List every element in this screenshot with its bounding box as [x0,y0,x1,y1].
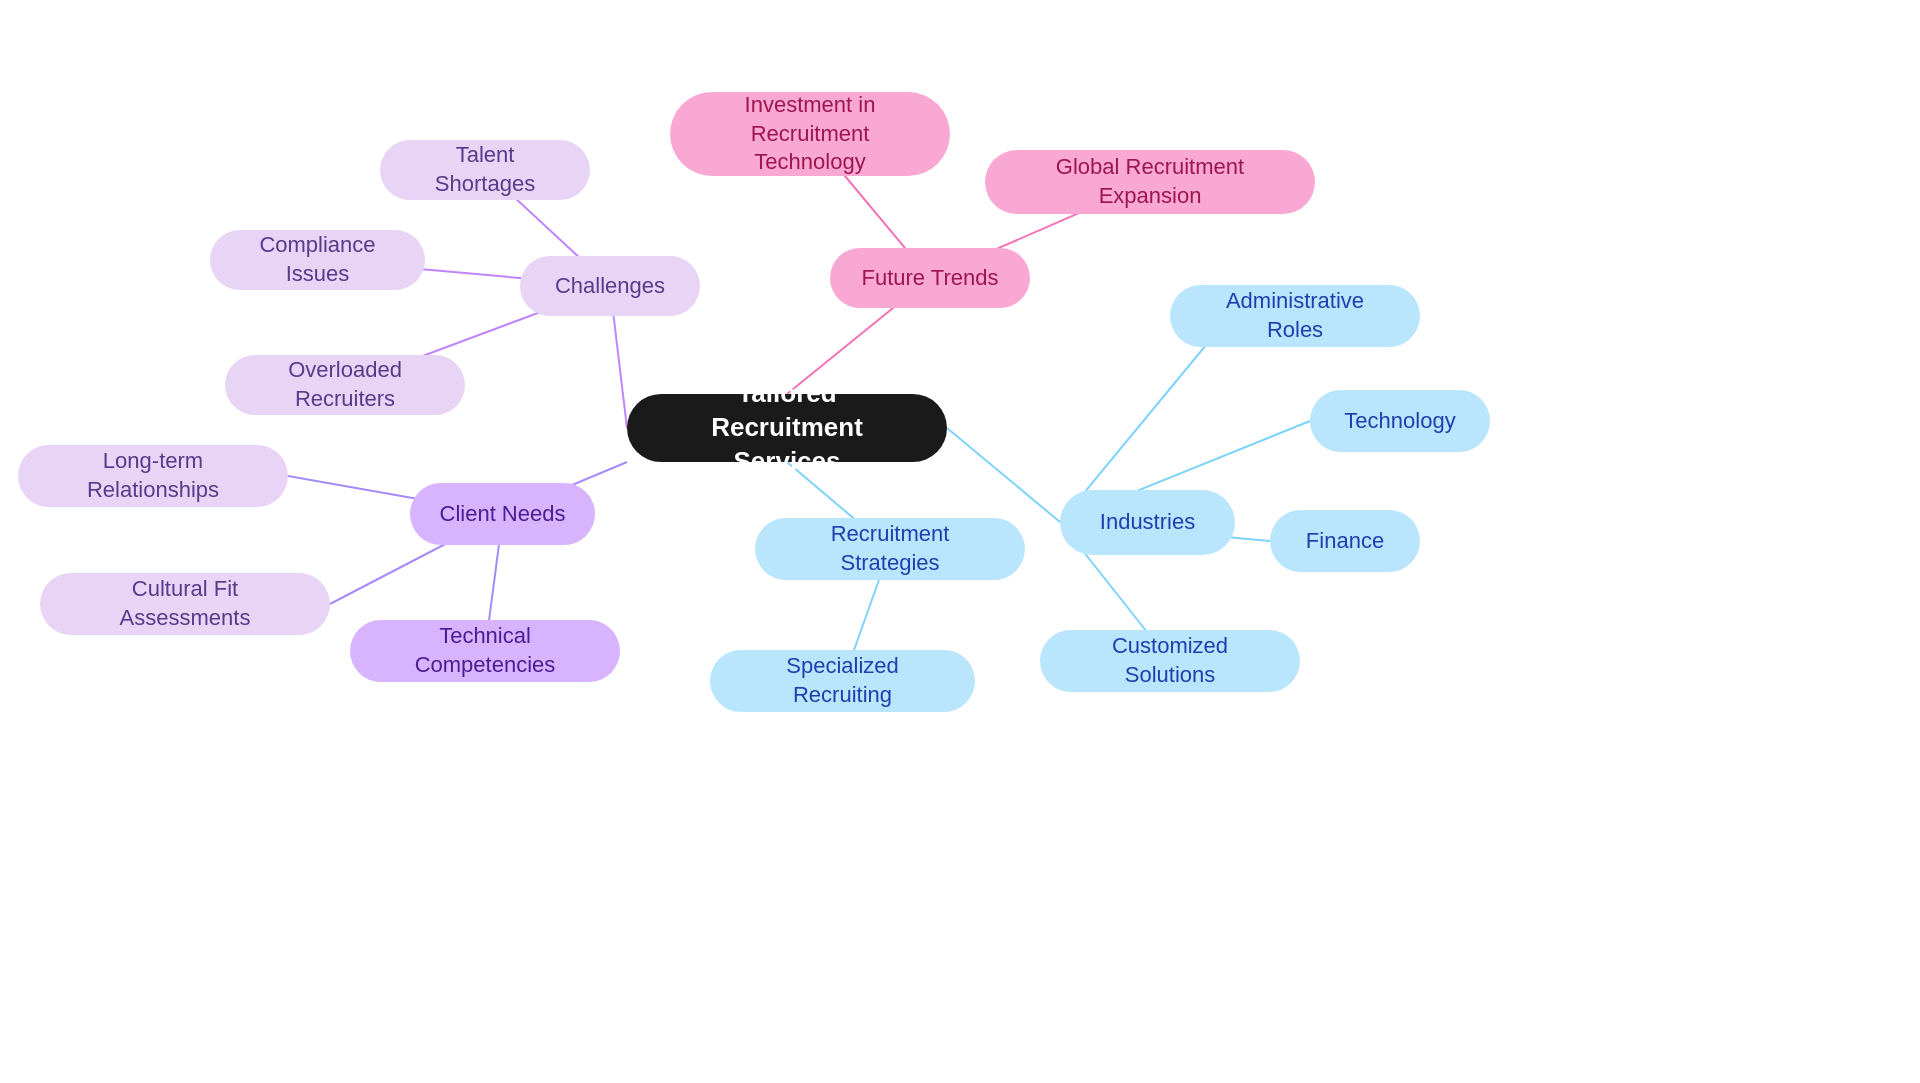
long-term-relationships-node: Long-term Relationships [18,445,288,507]
global-expansion-node: Global Recruitment Expansion [985,150,1315,214]
investment-recruitment-node: Investment in Recruitment Technology [670,92,950,176]
recruitment-strategies-node: Recruitment Strategies [755,518,1025,580]
technical-competencies-node: Technical Competencies [350,620,620,682]
talent-shortages-node: Talent Shortages [380,140,590,200]
industries-node: Industries [1060,490,1235,555]
finance-node: Finance [1270,510,1420,572]
technology-node: Technology [1310,390,1490,452]
client-needs-node: Client Needs [410,483,595,545]
center-node: Tailored Recruitment Services [627,394,947,462]
compliance-issues-node: Compliance Issues [210,230,425,290]
admin-roles-node: Administrative Roles [1170,285,1420,347]
overloaded-recruiters-node: Overloaded Recruiters [225,355,465,415]
future-trends-node: Future Trends [830,248,1030,308]
specialized-recruiting-node: Specialized Recruiting [710,650,975,712]
customized-solutions-node: Customized Solutions [1040,630,1300,692]
challenges-node: Challenges [520,256,700,316]
svg-line-7 [947,428,1060,522]
cultural-fit-node: Cultural Fit Assessments [40,573,330,635]
